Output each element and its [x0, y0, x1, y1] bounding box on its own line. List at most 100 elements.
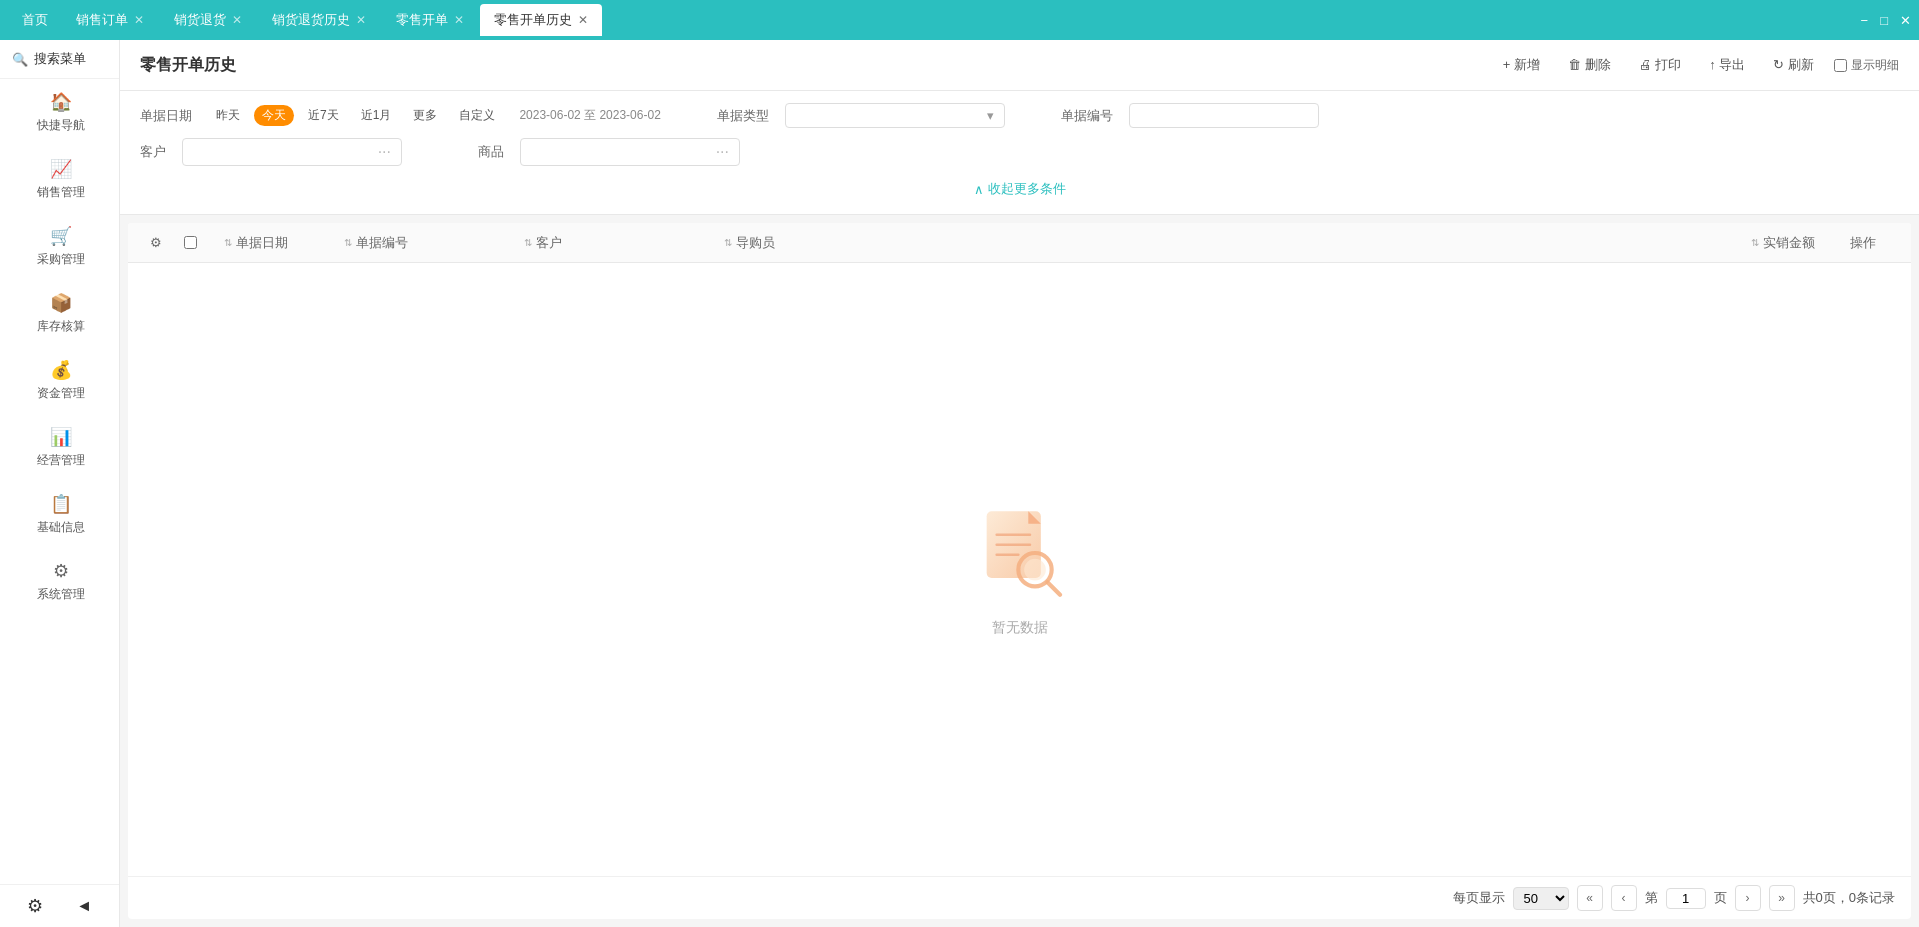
tab-sales-return-history[interactable]: 销货退货历史 ✕ [258, 4, 380, 36]
collapse-filter-btn[interactable]: ∧ 收起更多条件 [140, 176, 1899, 202]
sidebar-item-purchase[interactable]: 🛒 采购管理 [0, 213, 119, 280]
print-button[interactable]: 🖨 打印 [1631, 52, 1690, 78]
select-all-checkbox[interactable] [184, 236, 197, 249]
page-title: 零售开单历史 [140, 55, 236, 76]
date-btn-more[interactable]: 更多 [405, 105, 445, 126]
bill-type-label: 单据类型 [717, 107, 769, 125]
sidebar-label-purchase: 采购管理 [37, 251, 85, 268]
close-tab-sales-return-history[interactable]: ✕ [356, 13, 366, 27]
date-range-display: 2023-06-02 至 2023-06-02 [519, 107, 660, 124]
th-no[interactable]: ⇅ 单据编号 [336, 234, 516, 252]
pagination: 每页显示 10 20 50 100 « ‹ 第 页 › » 共0页，0条记录 [128, 876, 1911, 919]
filter-row-2: 客户 ··· 商品 ··· [140, 138, 1899, 166]
th-checkbox[interactable] [176, 236, 216, 249]
close-tab-retail-open-history[interactable]: ✕ [578, 13, 588, 27]
close-tab-retail-open[interactable]: ✕ [454, 13, 464, 27]
empty-state: 暂无数据 [970, 503, 1070, 637]
purchase-icon: 🛒 [50, 225, 72, 247]
product-select[interactable]: ··· [520, 138, 740, 166]
date-btn-today[interactable]: 今天 [254, 105, 294, 126]
product-ellipsis: ··· [716, 143, 729, 161]
date-filter-label: 单据日期 [140, 107, 192, 125]
sort-amount-icon: ⇅ [1751, 237, 1759, 248]
sidebar-item-finance[interactable]: 💰 资金管理 [0, 347, 119, 414]
sidebar-settings-icon[interactable]: ⚙ [27, 895, 43, 917]
page-size-select[interactable]: 10 20 50 100 [1513, 887, 1569, 910]
export-button[interactable]: ↑ 导出 [1701, 52, 1753, 78]
chevron-down-icon: ▾ [987, 108, 994, 123]
svg-line-6 [1047, 582, 1060, 595]
sidebar-item-basic-info[interactable]: 📋 基础信息 [0, 481, 119, 548]
maximize-btn[interactable]: □ [1880, 13, 1888, 28]
page-next-btn[interactable]: › [1735, 885, 1761, 911]
table-container: ⚙ ⇅ 单据日期 ⇅ 单据编号 ⇅ 客户 ⇅ [128, 223, 1911, 919]
sidebar-item-operations[interactable]: 📊 经营管理 [0, 414, 119, 481]
customer-select[interactable]: ··· [182, 138, 402, 166]
sidebar-search[interactable]: 🔍 搜索菜单 [0, 40, 119, 79]
sort-customer-icon: ⇅ [524, 237, 532, 248]
close-btn[interactable]: ✕ [1900, 13, 1911, 28]
sidebar-label-quick-nav: 快捷导航 [37, 117, 85, 134]
close-tab-sales-order[interactable]: ✕ [134, 13, 144, 27]
table-body: 暂无数据 [128, 263, 1911, 876]
settings-icon: ⚙ [150, 235, 162, 250]
sidebar-item-system[interactable]: ⚙ 系统管理 [0, 548, 119, 615]
show-detail-input[interactable] [1834, 59, 1847, 72]
sidebar: 🔍 搜索菜单 🏠 快捷导航 📈 销售管理 🛒 采购管理 📦 库存核算 💰 资金管… [0, 40, 120, 927]
date-btn-7days[interactable]: 近7天 [300, 105, 347, 126]
minimize-btn[interactable]: − [1861, 13, 1869, 28]
operations-icon: 📊 [50, 426, 72, 448]
table-header: ⚙ ⇅ 单据日期 ⇅ 单据编号 ⇅ 客户 ⇅ [128, 223, 1911, 263]
th-settings[interactable]: ⚙ [136, 235, 176, 250]
bill-type-select[interactable]: ▾ [785, 103, 1005, 128]
close-tab-sales-return[interactable]: ✕ [232, 13, 242, 27]
tab-sales-return[interactable]: 销货退货 ✕ [160, 4, 256, 36]
sidebar-item-sales[interactable]: 📈 销售管理 [0, 146, 119, 213]
sort-no-icon: ⇅ [344, 237, 352, 248]
sidebar-label-basic-info: 基础信息 [37, 519, 85, 536]
sidebar-item-inventory[interactable]: 📦 库存核算 [0, 280, 119, 347]
page-number-input[interactable] [1666, 888, 1706, 909]
sidebar-item-quick-nav[interactable]: 🏠 快捷导航 [0, 79, 119, 146]
page-label: 页 [1714, 889, 1727, 907]
content-area: 零售开单历史 + 新增 🗑 删除 🖨 打印 ↑ 导出 ↻ 刷新 显示明细 单据日… [120, 40, 1919, 927]
sidebar-label-finance: 资金管理 [37, 385, 85, 402]
th-customer[interactable]: ⇅ 客户 [516, 234, 716, 252]
tab-retail-open[interactable]: 零售开单 ✕ [382, 4, 478, 36]
search-icon: 🔍 [12, 52, 28, 67]
show-detail-label: 显示明细 [1851, 57, 1899, 74]
window-controls: − □ ✕ [1861, 13, 1911, 28]
th-action: 操作 [1823, 234, 1903, 252]
date-buttons: 昨天 今天 近7天 近1月 更多 自定义 [208, 105, 503, 126]
date-btn-yesterday[interactable]: 昨天 [208, 105, 248, 126]
page-header: 零售开单历史 + 新增 🗑 删除 🖨 打印 ↑ 导出 ↻ 刷新 显示明细 [120, 40, 1919, 91]
th-buyer[interactable]: ⇅ 导购员 [716, 234, 836, 252]
th-date[interactable]: ⇅ 单据日期 [216, 234, 336, 252]
sidebar-collapse-icon[interactable]: ◄ [76, 897, 92, 915]
refresh-button[interactable]: ↻ 刷新 [1765, 52, 1822, 78]
inventory-icon: 📦 [50, 292, 72, 314]
sidebar-bottom: ⚙ ◄ [0, 884, 119, 927]
basic-info-icon: 📋 [50, 493, 72, 515]
tab-sales-order[interactable]: 销售订单 ✕ [62, 4, 158, 36]
tab-retail-open-history[interactable]: 零售开单历史 ✕ [480, 4, 602, 36]
home-icon: 🏠 [50, 91, 72, 113]
delete-button[interactable]: 🗑 删除 [1560, 52, 1619, 78]
sort-date-icon: ⇅ [224, 237, 232, 248]
th-amount[interactable]: ⇅ 实销金额 [836, 234, 1823, 252]
page-first-btn[interactable]: « [1577, 885, 1603, 911]
page-prev-label: 第 [1645, 889, 1658, 907]
date-btn-custom[interactable]: 自定义 [451, 105, 503, 126]
bill-no-input[interactable] [1129, 103, 1319, 128]
page-last-btn[interactable]: » [1769, 885, 1795, 911]
page-size-label: 每页显示 [1453, 889, 1505, 907]
sidebar-label-system: 系统管理 [37, 586, 85, 603]
finance-icon: 💰 [50, 359, 72, 381]
date-btn-1month[interactable]: 近1月 [353, 105, 400, 126]
page-prev-btn[interactable]: ‹ [1611, 885, 1637, 911]
add-button[interactable]: + 新增 [1495, 52, 1548, 78]
main-layout: 🔍 搜索菜单 🏠 快捷导航 📈 销售管理 🛒 采购管理 📦 库存核算 💰 资金管… [0, 40, 1919, 927]
show-detail-checkbox[interactable]: 显示明细 [1834, 57, 1899, 74]
tab-home[interactable]: 首页 [8, 11, 62, 29]
empty-illustration [970, 503, 1070, 603]
